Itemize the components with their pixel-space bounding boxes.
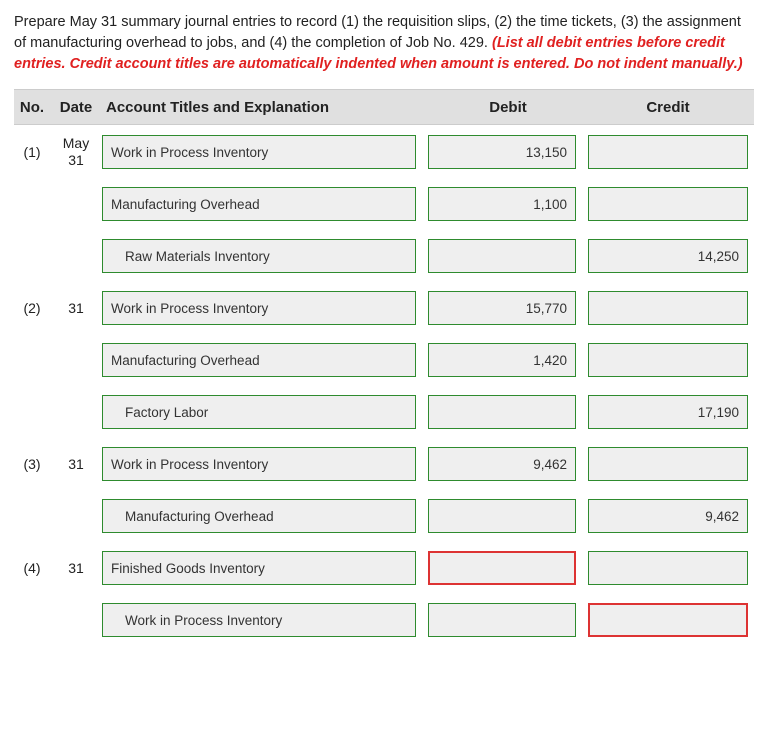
account-title-input[interactable]: Manufacturing Overhead xyxy=(102,187,416,221)
debit-input[interactable] xyxy=(428,395,576,429)
credit-input[interactable] xyxy=(588,135,748,169)
table-row: Manufacturing Overhead 9,462 xyxy=(14,499,754,533)
debit-input[interactable]: 13,150 xyxy=(428,135,576,169)
account-cell: Work in Process Inventory xyxy=(102,447,428,481)
debit-input[interactable]: 15,770 xyxy=(428,291,576,325)
debit-cell xyxy=(428,603,588,637)
table-header: No. Date Account Titles and Explanation … xyxy=(14,89,754,125)
row-date: 31 xyxy=(50,300,102,317)
account-cell: Finished Goods Inventory xyxy=(102,551,428,585)
credit-cell: 17,190 xyxy=(588,395,748,429)
account-title-input[interactable]: Factory Labor xyxy=(102,395,416,429)
account-title-input[interactable]: Work in Process Inventory xyxy=(102,291,416,325)
debit-cell: 13,150 xyxy=(428,135,588,169)
debit-input[interactable]: 9,462 xyxy=(428,447,576,481)
credit-input[interactable]: 17,190 xyxy=(588,395,748,429)
debit-input[interactable] xyxy=(428,239,576,273)
account-title-input[interactable]: Raw Materials Inventory xyxy=(102,239,416,273)
account-title-input[interactable]: Manufacturing Overhead xyxy=(102,343,416,377)
debit-cell xyxy=(428,395,588,429)
credit-cell xyxy=(588,447,748,481)
debit-input[interactable] xyxy=(428,603,576,637)
debit-input[interactable] xyxy=(428,499,576,533)
table-row: Work in Process Inventory xyxy=(14,603,754,637)
row-date: 31 xyxy=(50,560,102,577)
header-account: Account Titles and Explanation xyxy=(102,99,428,116)
header-date: Date xyxy=(50,99,102,116)
debit-input[interactable] xyxy=(428,551,576,585)
table-row: (2)31Work in Process Inventory 15,770 xyxy=(14,291,754,325)
table-row: Manufacturing Overhead 1,100 xyxy=(14,187,754,221)
credit-cell xyxy=(588,135,748,169)
credit-cell xyxy=(588,603,748,637)
credit-input[interactable]: 14,250 xyxy=(588,239,748,273)
table-row: (1)May31Work in Process Inventory 13,150 xyxy=(14,135,754,169)
credit-cell xyxy=(588,343,748,377)
row-date: May31 xyxy=(50,135,102,169)
account-title-input[interactable]: Finished Goods Inventory xyxy=(102,551,416,585)
header-credit: Credit xyxy=(588,99,748,116)
credit-cell xyxy=(588,551,748,585)
table-row: Factory Labor 17,190 xyxy=(14,395,754,429)
credit-input[interactable] xyxy=(588,343,748,377)
account-title-input[interactable]: Manufacturing Overhead xyxy=(102,499,416,533)
account-title-input[interactable]: Work in Process Inventory xyxy=(102,447,416,481)
account-cell: Work in Process Inventory xyxy=(102,135,428,169)
account-cell: Raw Materials Inventory xyxy=(102,239,428,273)
account-cell: Factory Labor xyxy=(102,395,428,429)
debit-cell xyxy=(428,551,588,585)
credit-input[interactable] xyxy=(588,187,748,221)
header-no: No. xyxy=(14,99,50,116)
debit-input[interactable]: 1,100 xyxy=(428,187,576,221)
credit-cell xyxy=(588,187,748,221)
journal-entries: (1)May31Work in Process Inventory13,150M… xyxy=(14,125,754,637)
table-row: (3)31Work in Process Inventory 9,462 xyxy=(14,447,754,481)
credit-input[interactable]: 9,462 xyxy=(588,499,748,533)
credit-input[interactable] xyxy=(588,551,748,585)
credit-cell: 9,462 xyxy=(588,499,748,533)
header-debit: Debit xyxy=(428,99,588,116)
account-cell: Manufacturing Overhead xyxy=(102,499,428,533)
credit-input[interactable] xyxy=(588,447,748,481)
debit-input[interactable]: 1,420 xyxy=(428,343,576,377)
debit-cell: 1,100 xyxy=(428,187,588,221)
debit-cell xyxy=(428,239,588,273)
instructions-text: Prepare May 31 summary journal entries t… xyxy=(14,12,754,75)
table-row: (4)31Finished Goods Inventory xyxy=(14,551,754,585)
table-row: Manufacturing Overhead 1,420 xyxy=(14,343,754,377)
row-number: (2) xyxy=(14,300,50,316)
credit-cell: 14,250 xyxy=(588,239,748,273)
credit-cell xyxy=(588,291,748,325)
account-cell: Work in Process Inventory xyxy=(102,603,428,637)
account-title-input[interactable]: Work in Process Inventory xyxy=(102,603,416,637)
debit-cell: 1,420 xyxy=(428,343,588,377)
debit-cell: 9,462 xyxy=(428,447,588,481)
debit-cell: 15,770 xyxy=(428,291,588,325)
account-cell: Work in Process Inventory xyxy=(102,291,428,325)
credit-input[interactable] xyxy=(588,291,748,325)
table-row: Raw Materials Inventory 14,250 xyxy=(14,239,754,273)
row-number: (1) xyxy=(14,144,50,160)
row-number: (4) xyxy=(14,560,50,576)
row-date: 31 xyxy=(50,456,102,473)
debit-cell xyxy=(428,499,588,533)
account-title-input[interactable]: Work in Process Inventory xyxy=(102,135,416,169)
account-cell: Manufacturing Overhead xyxy=(102,343,428,377)
row-number: (3) xyxy=(14,456,50,472)
account-cell: Manufacturing Overhead xyxy=(102,187,428,221)
credit-input[interactable] xyxy=(588,603,748,637)
